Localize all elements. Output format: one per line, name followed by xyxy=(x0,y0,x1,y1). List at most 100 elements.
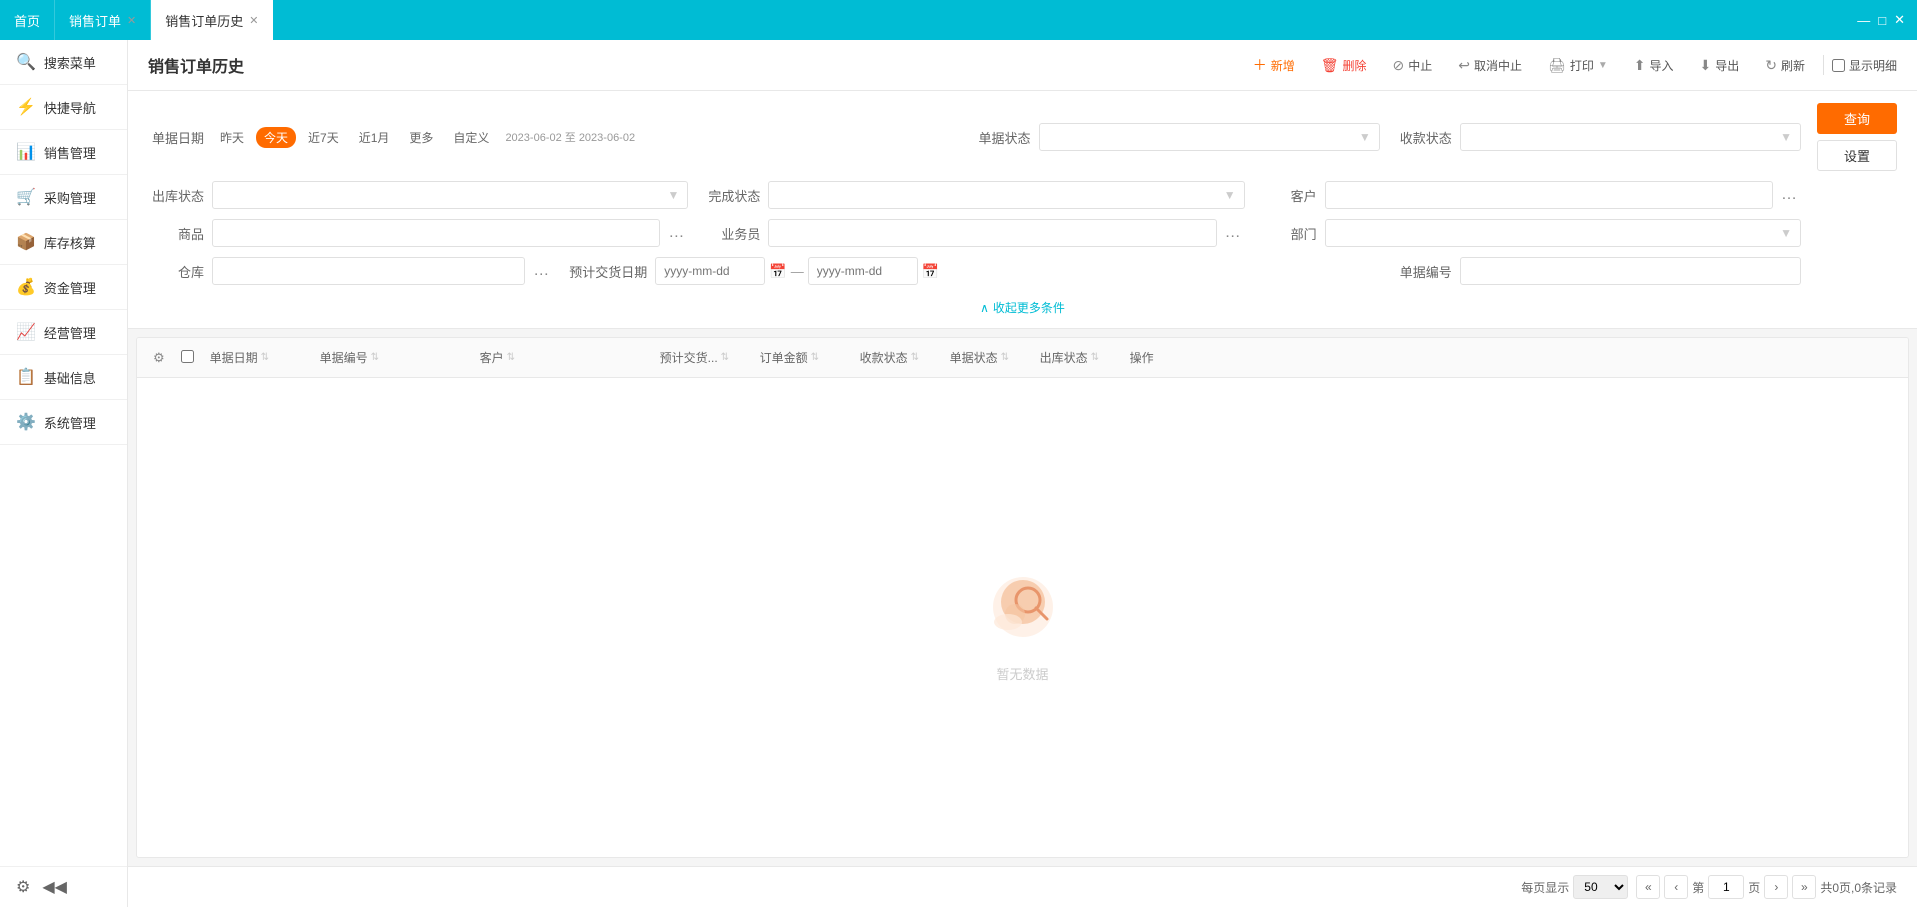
last-page-button[interactable]: » xyxy=(1792,875,1816,899)
sidebar-item-purchase-mgmt[interactable]: 🛒 采购管理 xyxy=(0,175,127,220)
calendar-to-icon[interactable]: 📅 xyxy=(922,263,939,280)
query-button[interactable]: 查询 xyxy=(1817,103,1897,134)
salesperson-input[interactable] xyxy=(768,219,1216,247)
inventory-calc-icon: 📦 xyxy=(16,232,36,252)
date-chip-custom[interactable]: 自定义 xyxy=(445,127,497,148)
product-ellipsis[interactable]: … xyxy=(664,224,688,242)
main-layout: 🔍 搜索菜单 ⚡ 快捷导航 📊 销售管理 🛒 采购管理 📦 库存核算 💰 资金管… xyxy=(0,40,1917,907)
minimize-icon[interactable]: — xyxy=(1857,13,1870,28)
page-size-select[interactable]: 50 10 20 100 xyxy=(1573,875,1628,899)
th-order-status[interactable]: 单据状态 ⇅ xyxy=(942,349,1032,366)
th-date-sort-icon: ⇅ xyxy=(261,352,269,363)
customer-label: 客户 xyxy=(1261,186,1317,205)
sidebar-item-quick-nav[interactable]: ⚡ 快捷导航 xyxy=(0,85,127,130)
filter-row-1: 单据日期 昨天 今天 近7天 近1月 更多 自定义 2023-06-02 至 2… xyxy=(148,103,1897,171)
prev-page-button[interactable]: ‹ xyxy=(1664,875,1688,899)
salesperson-label: 业务员 xyxy=(704,224,760,243)
pay-status-arrow: ▼ xyxy=(1780,130,1792,144)
set-button[interactable]: 设置 xyxy=(1817,140,1897,171)
first-page-button[interactable]: « xyxy=(1636,875,1660,899)
customer-ellipsis[interactable]: … xyxy=(1777,186,1801,204)
th-no[interactable]: 单据编号 ⇅ xyxy=(312,349,472,366)
cancel-stop-button[interactable]: ↩ 取消中止 xyxy=(1448,52,1532,79)
th-amount-sort-icon: ⇅ xyxy=(811,352,819,363)
select-all-input[interactable] xyxy=(181,350,194,363)
filter-dept: 部门 ▼ xyxy=(1261,219,1801,247)
date-chip-today[interactable]: 昨天 xyxy=(212,127,252,148)
salesperson-ellipsis[interactable]: … xyxy=(1221,224,1245,242)
dept-select[interactable]: ▼ xyxy=(1325,219,1801,247)
date-chip-1month[interactable]: 近1月 xyxy=(351,127,398,148)
page-number-input[interactable] xyxy=(1708,875,1744,899)
tab-sales-order-close[interactable]: ✕ xyxy=(127,14,136,27)
th-out-status-sort-icon: ⇅ xyxy=(1091,352,1099,363)
warehouse-ellipsis[interactable]: … xyxy=(529,262,553,280)
tab-home[interactable]: 首页 xyxy=(0,0,55,40)
sidebar-item-search-menu[interactable]: 🔍 搜索菜单 xyxy=(0,40,127,85)
sidebar-item-sales-mgmt[interactable]: 📊 销售管理 xyxy=(0,130,127,175)
th-date[interactable]: 单据日期 ⇅ xyxy=(202,349,312,366)
sidebar-audio-icon[interactable]: ◀◀ xyxy=(42,877,67,897)
tab-sales-order[interactable]: 销售订单 ✕ xyxy=(55,0,151,40)
table-select-all-checkbox[interactable] xyxy=(173,350,202,366)
print-button[interactable]: 🖨 打印 ▼ xyxy=(1538,52,1618,79)
collapse-row[interactable]: ∧ 收起更多条件 xyxy=(148,295,1897,316)
date-label: 单据日期 xyxy=(148,128,204,147)
th-customer-sort-icon: ⇅ xyxy=(507,352,515,363)
out-status-arrow: ▼ xyxy=(667,188,679,202)
sidebar-settings-icon[interactable]: ⚙ xyxy=(16,877,30,897)
new-button[interactable]: ＋ 新增 xyxy=(1243,50,1305,80)
empty-icon-wrapper xyxy=(973,552,1073,652)
query-set-group: 查询 设置 xyxy=(1817,103,1897,171)
date-separator: — xyxy=(791,264,804,279)
sidebar-item-system-mgmt-label: 系统管理 xyxy=(44,413,96,432)
delete-button[interactable]: 🗑 删除 xyxy=(1311,52,1377,79)
table-settings-icon[interactable]: ⚙ xyxy=(145,350,173,366)
calendar-from-icon[interactable]: 📅 xyxy=(769,263,786,280)
close-icon[interactable]: ✕ xyxy=(1894,12,1905,28)
warehouse-input[interactable] xyxy=(212,257,525,285)
th-no-sort-icon: ⇅ xyxy=(371,352,379,363)
sidebar-item-basic-info-label: 基础信息 xyxy=(44,368,96,387)
top-bar: 首页 销售订单 ✕ 销售订单历史 ✕ — □ ✕ xyxy=(0,0,1917,40)
th-delivery[interactable]: 预计交货... ⇅ xyxy=(652,349,752,366)
th-customer[interactable]: 客户 ⇅ xyxy=(472,349,652,366)
complete-status-select[interactable]: ▼ xyxy=(768,181,1244,209)
product-input[interactable] xyxy=(212,219,660,247)
pay-status-select[interactable]: ▼ xyxy=(1460,123,1801,151)
delivery-date-from-input[interactable] xyxy=(655,257,765,285)
date-chip-more[interactable]: 更多 xyxy=(401,127,441,148)
th-no-label: 单据编号 xyxy=(320,349,368,366)
window-controls: — □ ✕ xyxy=(1857,12,1917,28)
order-no-input[interactable] xyxy=(1460,257,1801,285)
th-pay-status[interactable]: 收款状态 ⇅ xyxy=(852,349,942,366)
sidebar-item-inventory-calc[interactable]: 📦 库存核算 xyxy=(0,220,127,265)
order-status-select[interactable]: ▼ xyxy=(1039,123,1380,151)
order-no-label: 单据编号 xyxy=(1396,262,1452,281)
date-chip-7days[interactable]: 近7天 xyxy=(300,127,347,148)
sidebar-item-system-mgmt[interactable]: ⚙️ 系统管理 xyxy=(0,400,127,445)
delivery-date-to-input[interactable] xyxy=(808,257,918,285)
show-details-checkbox-label[interactable]: 显示明细 xyxy=(1832,57,1897,74)
th-out-status[interactable]: 出库状态 ⇅ xyxy=(1032,349,1122,366)
sidebar-item-finance-mgmt[interactable]: 💰 资金管理 xyxy=(0,265,127,310)
customer-input[interactable] xyxy=(1325,181,1773,209)
out-status-select[interactable]: ▼ xyxy=(212,181,688,209)
refresh-button[interactable]: ↻ 刷新 xyxy=(1755,52,1815,79)
th-amount[interactable]: 订单金额 ⇅ xyxy=(752,349,852,366)
export-button[interactable]: ⬇ 导出 xyxy=(1689,52,1749,79)
maximize-icon[interactable]: □ xyxy=(1878,13,1886,28)
filter-date: 单据日期 昨天 今天 近7天 近1月 更多 自定义 2023-06-02 至 2… xyxy=(148,127,959,148)
table-footer: 每页显示 50 10 20 100 « ‹ 第 页 › » 共0页,0条记录 xyxy=(128,866,1917,907)
next-page-button[interactable]: › xyxy=(1764,875,1788,899)
sidebar-item-basic-info[interactable]: 📋 基础信息 xyxy=(0,355,127,400)
tab-sales-order-history[interactable]: 销售订单历史 ✕ xyxy=(151,0,273,40)
import-button[interactable]: ⬆ 导入 xyxy=(1624,52,1684,79)
stop-button[interactable]: ⊘ 中止 xyxy=(1383,52,1443,79)
tab-sales-order-history-close[interactable]: ✕ xyxy=(249,14,258,27)
show-details-checkbox[interactable] xyxy=(1832,59,1845,72)
refresh-icon: ↻ xyxy=(1765,57,1777,74)
sidebar-item-operation-mgmt[interactable]: 📈 经营管理 xyxy=(0,310,127,355)
date-chip-3days[interactable]: 今天 xyxy=(256,127,296,148)
table-empty: 暂无数据 xyxy=(137,378,1908,857)
